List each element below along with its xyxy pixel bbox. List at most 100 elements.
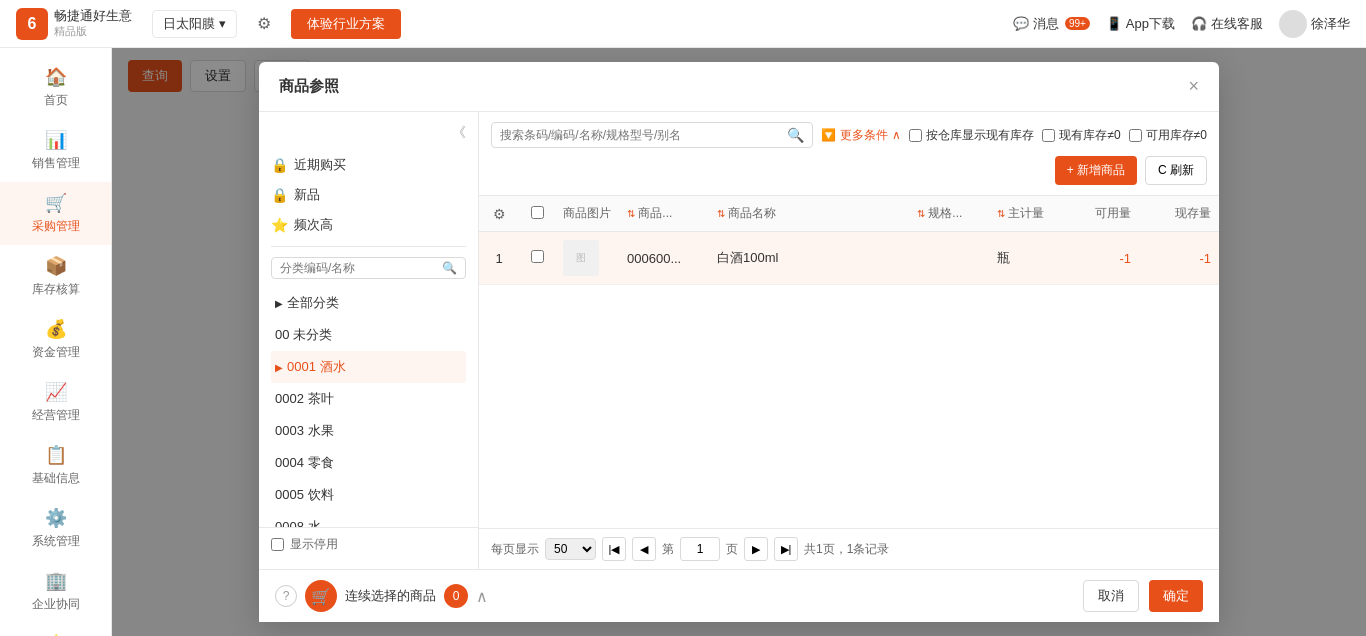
sidebar-item-label: 经营管理	[32, 407, 80, 424]
sidebar-item-basic-info[interactable]: 📋 基础信息	[0, 434, 111, 497]
cat-0001[interactable]: ▶ 0001 酒水	[271, 351, 466, 383]
col-header-check	[519, 196, 555, 232]
page-size-select[interactable]: 50 10 20 100	[545, 538, 596, 560]
modal-close-button[interactable]: ×	[1188, 76, 1199, 97]
cancel-button[interactable]: 取消	[1083, 580, 1139, 612]
inventory-icon: 📦	[45, 255, 67, 277]
sidebar-item-inventory[interactable]: 📦 库存核算	[0, 245, 111, 308]
user-avatar	[1279, 10, 1307, 38]
recent-buy-icon: 🔒	[271, 157, 288, 173]
collapse-left-button[interactable]: 《	[452, 124, 466, 142]
cell-check	[519, 232, 555, 285]
sidebar-item-purchase[interactable]: 🛒 采购管理	[0, 182, 111, 245]
col-header-spec[interactable]: ⇅ 规格...	[909, 196, 989, 232]
trial-button[interactable]: 体验行业方案	[291, 9, 401, 39]
add-product-button[interactable]: + 新增商品	[1055, 156, 1137, 185]
nav-messages[interactable]: 💬 消息 99+	[1013, 15, 1090, 33]
sidebar-item-label: 企业协同	[32, 596, 80, 613]
cell-img: 图	[555, 232, 619, 285]
check-available-label[interactable]: 可用库存≠0	[1129, 127, 1207, 144]
show-disabled-checkbox[interactable]	[271, 538, 284, 551]
nav-selector-label: 日太阳膜	[163, 15, 215, 33]
cat-0003[interactable]: 0003 水果	[271, 415, 466, 447]
check-available-checkbox[interactable]	[1129, 129, 1142, 142]
cat-0005[interactable]: 0005 饮料	[271, 479, 466, 511]
product-reference-modal: 商品参照 × 《 🔒 近期购买	[259, 62, 1219, 622]
col-header-unit[interactable]: ⇅ 主计量	[989, 196, 1059, 232]
product-search-box: 🔍	[491, 122, 813, 148]
sidebar-item-sales[interactable]: 📊 销售管理	[0, 119, 111, 182]
sidebar-item-finance[interactable]: 💰 资金管理	[0, 308, 111, 371]
cat-0002[interactable]: 0002 茶叶	[271, 383, 466, 415]
nav-app-download[interactable]: 📱 App下载	[1106, 15, 1175, 33]
category-search-input[interactable]	[280, 261, 438, 275]
cat-all[interactable]: ▶ 全部分类	[271, 287, 466, 319]
page-number-input[interactable]	[680, 537, 720, 561]
prev-page-button[interactable]: ◀	[632, 537, 656, 561]
basic-info-icon: 📋	[45, 444, 67, 466]
check-existing-checkbox[interactable]	[1042, 129, 1055, 142]
check-existing-label[interactable]: 现有库存≠0	[1042, 127, 1120, 144]
new-items-item[interactable]: 🔒 新品	[271, 180, 466, 210]
sort-icon: ⇅	[627, 208, 635, 219]
cart-label: 连续选择的商品	[345, 587, 436, 605]
message-icon: 💬	[1013, 16, 1029, 31]
left-panel: 《 🔒 近期购买 🔒 新品 ⭐	[259, 112, 479, 569]
refresh-button[interactable]: C 刷新	[1145, 156, 1207, 185]
col-header-stock[interactable]: 现存量	[1139, 196, 1219, 232]
check-warehouse-label[interactable]: 按仓库显示现有库存	[909, 127, 1034, 144]
col-header-code[interactable]: ⇅ 商品...	[619, 196, 709, 232]
home-icon: 🏠	[45, 66, 67, 88]
next-page-button[interactable]: ▶	[744, 537, 768, 561]
cell-spec	[909, 232, 989, 285]
sidebar-item-enterprise[interactable]: 🏢 企业协同	[0, 560, 111, 623]
cart-count: 0	[444, 584, 468, 608]
last-page-button[interactable]: ▶|	[774, 537, 798, 561]
sidebar-item-label: 资金管理	[32, 344, 80, 361]
sidebar-item-label: 采购管理	[32, 218, 80, 235]
cat-0008[interactable]: 0008 水	[271, 511, 466, 527]
sidebar: 🏠 首页 📊 销售管理 🛒 采购管理 📦 库存核算 💰 资金管理 📈 经营管理 …	[0, 48, 112, 636]
filter-button[interactable]: 🔽 更多条件 ∧	[821, 127, 901, 144]
category-tree: ▶ 全部分类 00 未分类 ▶ 0001 酒水 0002 茶	[259, 283, 478, 527]
sidebar-item-home[interactable]: 🏠 首页	[0, 56, 111, 119]
sidebar-item-operations[interactable]: 📈 经营管理	[0, 371, 111, 434]
main-layout: 🏠 首页 📊 销售管理 🛒 采购管理 📦 库存核算 💰 资金管理 📈 经营管理 …	[0, 48, 1366, 636]
confirm-button[interactable]: 确定	[1149, 580, 1203, 612]
select-all-checkbox[interactable]	[531, 206, 544, 219]
headset-icon: 🎧	[1191, 16, 1207, 31]
col-header-available[interactable]: 可用量	[1059, 196, 1139, 232]
row-checkbox[interactable]	[531, 250, 544, 263]
col-header-gear[interactable]: ⚙	[479, 196, 519, 232]
cell-code: 000600...	[619, 232, 709, 285]
first-page-button[interactable]: |◀	[602, 537, 626, 561]
sidebar-item-label: 基础信息	[32, 470, 80, 487]
high-freq-item[interactable]: ⭐ 频次高	[271, 210, 466, 240]
product-search-input[interactable]	[500, 128, 787, 142]
toolbar-right: + 新增商品 C 刷新	[1055, 156, 1207, 185]
cat-0004[interactable]: 0004 零食	[271, 447, 466, 479]
logo-icon: 6	[16, 8, 48, 40]
expand-arrow-icon: ▶	[275, 298, 283, 309]
cat-00[interactable]: 00 未分类	[271, 319, 466, 351]
sidebar-item-label: 销售管理	[32, 155, 80, 172]
help-icon[interactable]: ?	[275, 585, 297, 607]
nav-service[interactable]: 🎧 在线客服	[1191, 15, 1263, 33]
nav-selector[interactable]: 日太阳膜 ▾	[152, 10, 237, 38]
nav-user[interactable]: 徐泽华	[1279, 10, 1350, 38]
sidebar-item-guide[interactable]: 🌟 新手引导	[0, 623, 111, 636]
content-area: 查询 设置 刷新 商品参照 × 《	[112, 48, 1366, 636]
operations-icon: 📈	[45, 381, 67, 403]
sort-icon: ⇅	[717, 208, 725, 219]
recent-buy-item[interactable]: 🔒 近期购买	[271, 150, 466, 180]
gear-button[interactable]: ⚙	[249, 9, 279, 39]
sidebar-item-system[interactable]: ⚙️ 系统管理	[0, 497, 111, 560]
collapse-footer-button[interactable]: ∧	[476, 587, 488, 606]
modal-footer: ? 🛒 连续选择的商品 0 ∧ 取消 确定	[259, 569, 1219, 622]
col-header-name[interactable]: ⇅ 商品名称	[709, 196, 909, 232]
cart-icon[interactable]: 🛒	[305, 580, 337, 612]
filter-arrow-icon: ∧	[892, 128, 901, 142]
sidebar-item-label: 首页	[44, 92, 68, 109]
check-warehouse-checkbox[interactable]	[909, 129, 922, 142]
table-row[interactable]: 1 图 000600... 白酒100ml	[479, 232, 1219, 285]
